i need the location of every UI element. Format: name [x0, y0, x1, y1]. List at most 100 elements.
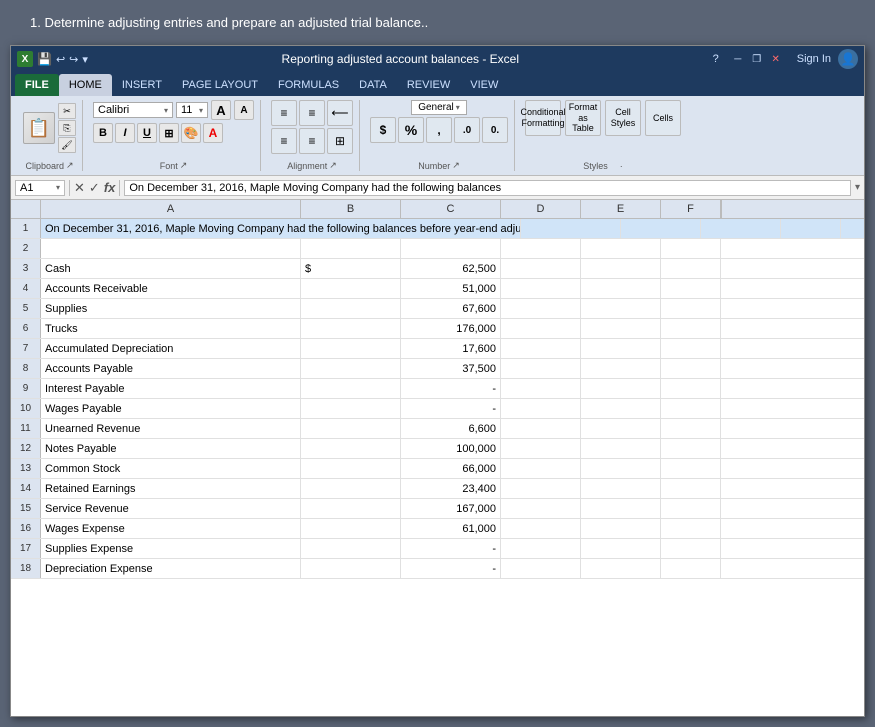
- insert-function-icon[interactable]: fx: [104, 180, 116, 195]
- cell-e11[interactable]: [581, 419, 661, 438]
- cell-f11[interactable]: [661, 419, 721, 438]
- cell-b14[interactable]: [301, 479, 401, 498]
- cell-f4[interactable]: [661, 279, 721, 298]
- cell-f7[interactable]: [661, 339, 721, 358]
- help-icon[interactable]: ?: [713, 53, 719, 65]
- alignment-expand-icon[interactable]: ↗: [329, 160, 337, 171]
- table-row[interactable]: 16Wages Expense61,000: [11, 519, 864, 539]
- cell-a11[interactable]: Unearned Revenue: [41, 419, 301, 438]
- number-format-dropdown[interactable]: General ▾: [411, 100, 467, 115]
- cell-c12[interactable]: 100,000: [401, 439, 501, 458]
- table-row[interactable]: 12Notes Payable100,000: [11, 439, 864, 459]
- cells-button[interactable]: Cells: [645, 100, 681, 136]
- cell-f5[interactable]: [661, 299, 721, 318]
- cell-e2[interactable]: [581, 239, 661, 258]
- cell-f16[interactable]: [661, 519, 721, 538]
- border-button[interactable]: ⊞: [159, 123, 179, 143]
- cell-a1[interactable]: On December 31, 2016, Maple Moving Compa…: [41, 219, 521, 238]
- cell-b3[interactable]: $: [301, 259, 401, 278]
- tab-formulas[interactable]: FORMULAS: [268, 74, 349, 96]
- cell-e18[interactable]: [581, 559, 661, 578]
- cell-f3[interactable]: [661, 259, 721, 278]
- table-row[interactable]: 18Depreciation Expense-: [11, 559, 864, 579]
- cell-e3[interactable]: [581, 259, 661, 278]
- copy-button[interactable]: ⎘: [58, 120, 76, 136]
- cell-a4[interactable]: Accounts Receivable: [41, 279, 301, 298]
- cell-c11[interactable]: 6,600: [401, 419, 501, 438]
- cell-d7[interactable]: [501, 339, 581, 358]
- cell-c17[interactable]: -: [401, 539, 501, 558]
- cell-a16[interactable]: Wages Expense: [41, 519, 301, 538]
- cell-e5[interactable]: [581, 299, 661, 318]
- fill-color-button[interactable]: 🎨: [181, 123, 201, 143]
- cell-c10[interactable]: -: [401, 399, 501, 418]
- cell-d3[interactable]: [501, 259, 581, 278]
- cell-e6[interactable]: [581, 319, 661, 338]
- currency-button[interactable]: $: [370, 117, 396, 143]
- cell-b4[interactable]: [301, 279, 401, 298]
- minimize-button[interactable]: ─: [730, 52, 746, 66]
- redo-icon[interactable]: ↪: [69, 53, 78, 66]
- customize-icon[interactable]: ▾: [82, 53, 88, 66]
- cell-c15[interactable]: 167,000: [401, 499, 501, 518]
- table-row[interactable]: 2: [11, 239, 864, 259]
- cell-e14[interactable]: [581, 479, 661, 498]
- cell-f2[interactable]: [661, 239, 721, 258]
- cell-d4[interactable]: [501, 279, 581, 298]
- cell-a15[interactable]: Service Revenue: [41, 499, 301, 518]
- cell-a7[interactable]: Accumulated Depreciation: [41, 339, 301, 358]
- table-row[interactable]: 1On December 31, 2016, Maple Moving Comp…: [11, 219, 864, 239]
- cell-f15[interactable]: [661, 499, 721, 518]
- cut-button[interactable]: ✂: [58, 103, 76, 119]
- tab-view[interactable]: VIEW: [460, 74, 508, 96]
- cell-a5[interactable]: Supplies: [41, 299, 301, 318]
- paste-button[interactable]: 📋: [23, 112, 55, 144]
- font-size-dropdown[interactable]: 11 ▾: [176, 102, 208, 118]
- cell-e13[interactable]: [581, 459, 661, 478]
- cell-d2[interactable]: [501, 239, 581, 258]
- cell-b10[interactable]: [301, 399, 401, 418]
- table-row[interactable]: 9Interest Payable-: [11, 379, 864, 399]
- table-row[interactable]: 3Cash$62,500: [11, 259, 864, 279]
- underline-button[interactable]: U: [137, 123, 157, 143]
- cell-d11[interactable]: [501, 419, 581, 438]
- cell-f9[interactable]: [661, 379, 721, 398]
- font-shrink-button[interactable]: A: [234, 100, 254, 120]
- cell-a18[interactable]: Depreciation Expense: [41, 559, 301, 578]
- cell-b15[interactable]: [301, 499, 401, 518]
- cell-b16[interactable]: [301, 519, 401, 538]
- cell-e10[interactable]: [581, 399, 661, 418]
- cell-d17[interactable]: [501, 539, 581, 558]
- cell-c2[interactable]: [401, 239, 501, 258]
- cell-b2[interactable]: [301, 239, 401, 258]
- cell-c7[interactable]: 17,600: [401, 339, 501, 358]
- cell-f6[interactable]: [661, 319, 721, 338]
- font-expand-icon[interactable]: ↗: [180, 160, 188, 171]
- tab-review[interactable]: REVIEW: [397, 74, 460, 96]
- confirm-formula-icon[interactable]: ✓: [89, 180, 100, 196]
- cancel-formula-icon[interactable]: ✕: [74, 180, 85, 196]
- cell-d16[interactable]: [501, 519, 581, 538]
- cell-b12[interactable]: [301, 439, 401, 458]
- cell-a14[interactable]: Retained Earnings: [41, 479, 301, 498]
- col-header-c[interactable]: C: [401, 200, 501, 218]
- tab-insert[interactable]: INSERT: [112, 74, 172, 96]
- cell-e8[interactable]: [581, 359, 661, 378]
- cell-a3[interactable]: Cash: [41, 259, 301, 278]
- cell-a8[interactable]: Accounts Payable: [41, 359, 301, 378]
- cell-f12[interactable]: [661, 439, 721, 458]
- format-as-table-button[interactable]: Format asTable: [565, 100, 601, 136]
- cell-d13[interactable]: [501, 459, 581, 478]
- cell-b11[interactable]: [301, 419, 401, 438]
- cell-a6[interactable]: Trucks: [41, 319, 301, 338]
- font-color-button[interactable]: A: [203, 123, 223, 143]
- clipboard-expand-icon[interactable]: ↗: [66, 160, 74, 171]
- cell-f18[interactable]: [661, 559, 721, 578]
- cell-b7[interactable]: [301, 339, 401, 358]
- table-row[interactable]: 17Supplies Expense-: [11, 539, 864, 559]
- cell-e9[interactable]: [581, 379, 661, 398]
- cell-c4[interactable]: 51,000: [401, 279, 501, 298]
- table-row[interactable]: 14Retained Earnings23,400: [11, 479, 864, 499]
- formula-scroll-arrow[interactable]: ▾: [855, 182, 860, 193]
- merge-center-button[interactable]: ⊞: [327, 128, 353, 154]
